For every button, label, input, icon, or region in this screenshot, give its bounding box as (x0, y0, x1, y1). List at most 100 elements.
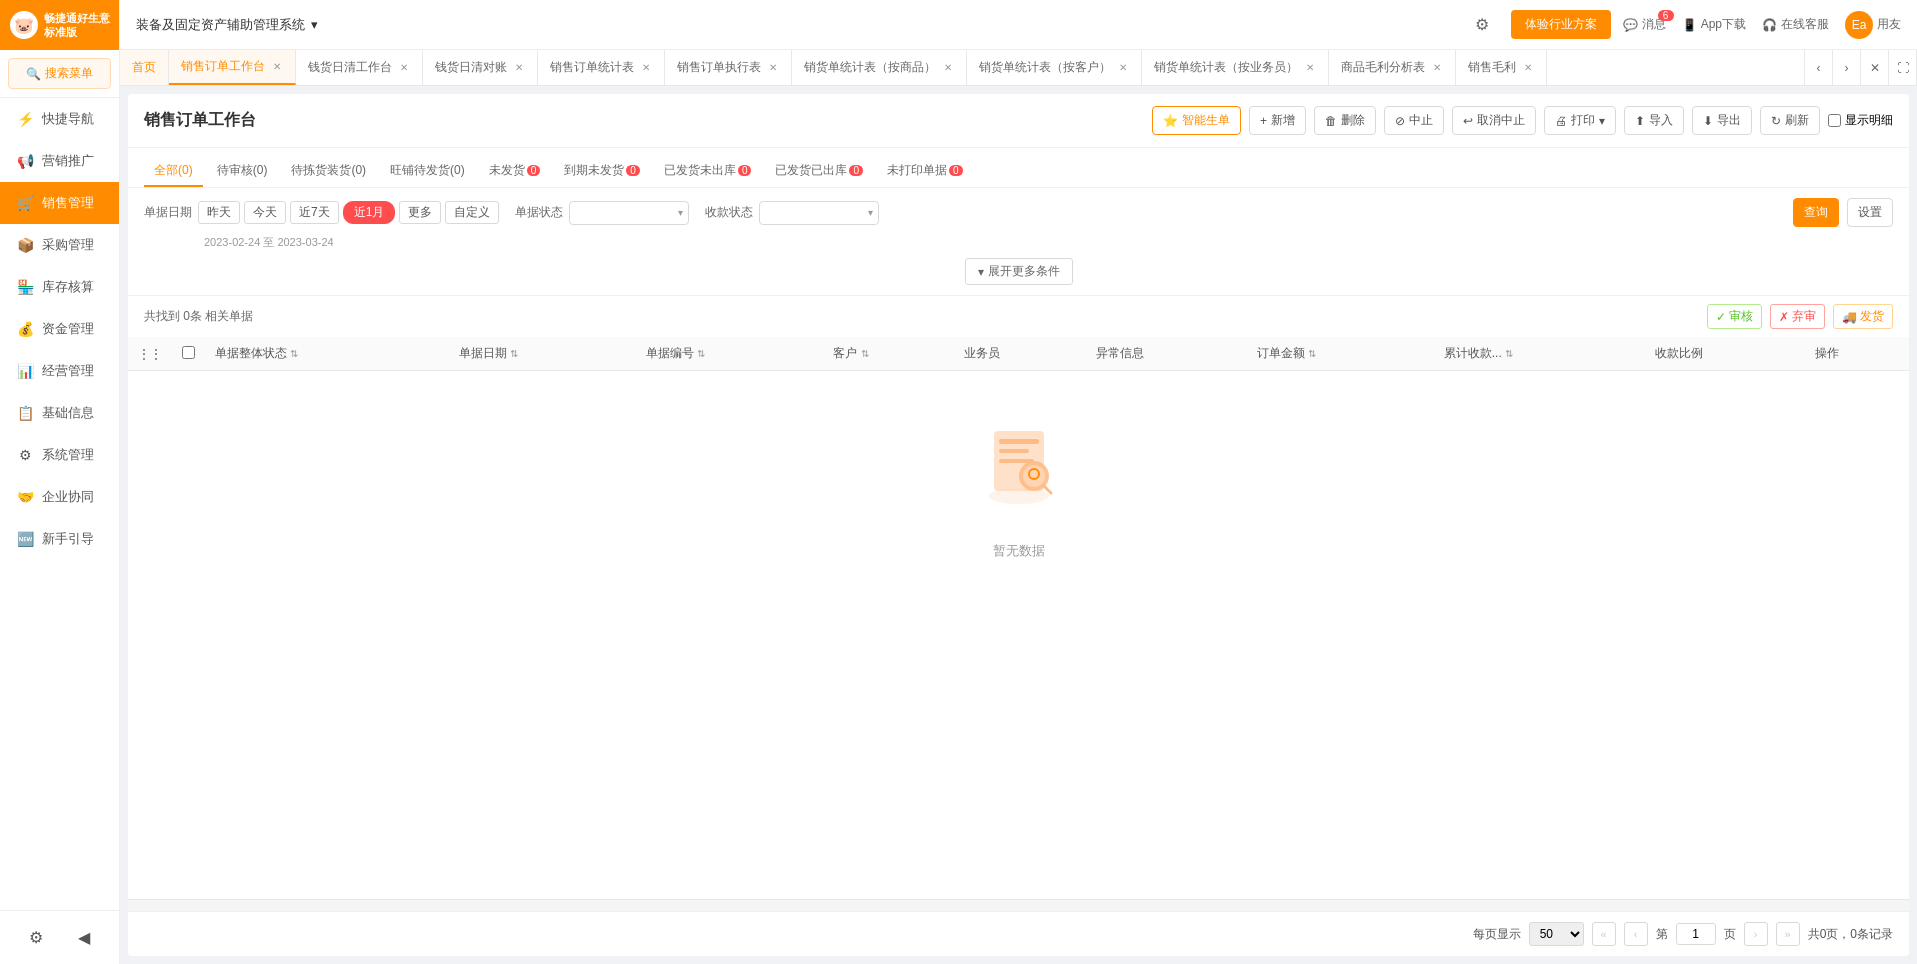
tab-close-sales-profit[interactable]: ✕ (1522, 61, 1534, 74)
payment-select[interactable] (759, 201, 879, 225)
col-number: 单据编号 ⇅ (636, 337, 823, 371)
sub-tab-shipped-out[interactable]: 已发货已出库0 (765, 156, 873, 187)
col-checkbox[interactable] (172, 337, 205, 371)
expand-conditions-button[interactable]: ▾ 展开更多条件 (965, 258, 1073, 285)
select-all-checkbox[interactable] (182, 346, 195, 359)
stop-button[interactable]: ⊘ 中止 (1384, 106, 1444, 135)
date-btn-today[interactable]: 今天 (244, 201, 286, 224)
tab-next-button[interactable]: › (1833, 50, 1861, 86)
tab-sales-profit[interactable]: 销售毛利 ✕ (1456, 50, 1547, 85)
tab-cash-reconcile[interactable]: 钱货日清对账 ✕ (423, 50, 538, 85)
filter-expand-section: ▾ 展开更多条件 (144, 258, 1893, 285)
sub-tab-overdue-not-shipped[interactable]: 到期未发货0 (554, 156, 650, 187)
sidebar-item-finance[interactable]: 💰 资金管理 (0, 308, 119, 350)
tab-close-cash-daily[interactable]: ✕ (398, 61, 410, 74)
tab-sales-stat[interactable]: 销售订单统计表 ✕ (538, 50, 665, 85)
sidebar-item-system[interactable]: ⚙ 系统管理 (0, 434, 119, 476)
tab-sales-exec[interactable]: 销售订单执行表 ✕ (665, 50, 792, 85)
sidebar-item-enterprise[interactable]: 🤝 企业协同 (0, 476, 119, 518)
new-button[interactable]: + 新增 (1249, 106, 1306, 135)
tab-close-sales-exec[interactable]: ✕ (767, 61, 779, 74)
cancel-stop-button[interactable]: ↩ 取消中止 (1452, 106, 1536, 135)
date-btn-more[interactable]: 更多 (399, 201, 441, 224)
horizontal-scrollbar[interactable] (128, 899, 1909, 911)
sidebar-item-sales[interactable]: 🛒 销售管理 (0, 182, 119, 224)
tab-sales-by-customer[interactable]: 销货单统计表（按客户） ✕ (967, 50, 1142, 85)
next-page-button[interactable]: › (1744, 922, 1768, 946)
export-button[interactable]: ⬇ 导出 (1692, 106, 1752, 135)
amount-sort-icon[interactable]: ⇅ (1308, 348, 1316, 359)
col-customer: 客户 ⇅ (823, 337, 954, 371)
date-sort-icon[interactable]: ⇅ (510, 348, 518, 359)
date-btn-yesterday[interactable]: 昨天 (198, 201, 240, 224)
delete-button[interactable]: 🗑 删除 (1314, 106, 1376, 135)
tab-sales-order[interactable]: 销售订单工作台 ✕ (169, 50, 296, 85)
status-select[interactable] (569, 201, 689, 225)
prev-page-button[interactable]: ‹ (1624, 922, 1648, 946)
tab-close-cash-reconcile[interactable]: ✕ (513, 61, 525, 74)
tab-fullscreen-button[interactable]: ⛶ (1889, 50, 1917, 86)
sub-tab-shipped-not-out[interactable]: 已发货未出库0 (654, 156, 762, 187)
sub-tab-not-printed[interactable]: 未打印单据0 (877, 156, 973, 187)
page-number-input[interactable] (1676, 923, 1716, 945)
sidebar-item-marketing[interactable]: 📢 营销推广 (0, 140, 119, 182)
cancel-review-action-button[interactable]: ✗ 弃审 (1770, 304, 1825, 329)
tab-cash-daily[interactable]: 钱货日清工作台 ✕ (296, 50, 423, 85)
table-header-row: ⋮⋮ 单据整体状态 ⇅ 单据日期 ⇅ (128, 337, 1909, 371)
tab-close-gross-profit[interactable]: ✕ (1431, 61, 1443, 74)
sidebar-item-guide[interactable]: 🆕 新手引导 (0, 518, 119, 560)
sidebar-item-base-info[interactable]: 📋 基础信息 (0, 392, 119, 434)
sub-tab-not-shipped[interactable]: 未发货0 (479, 156, 551, 187)
sub-tab-pending-review[interactable]: 待审核(0) (207, 156, 278, 187)
number-sort-icon[interactable]: ⇅ (697, 348, 705, 359)
sub-tab-all[interactable]: 全部(0) (144, 156, 203, 187)
tab-close-all-button[interactable]: ✕ (1861, 50, 1889, 86)
industry-solution-button[interactable]: 体验行业方案 (1511, 10, 1611, 39)
tab-close-sales-by-customer[interactable]: ✕ (1117, 61, 1129, 74)
search-menu-button[interactable]: 🔍 搜索菜单 (8, 58, 111, 89)
date-btn-7days[interactable]: 近7天 (290, 201, 339, 224)
ship-action-button[interactable]: 🚚 发货 (1833, 304, 1893, 329)
received-sort-icon[interactable]: ⇅ (1505, 348, 1513, 359)
message-button[interactable]: 💬 消息 6 (1623, 16, 1666, 33)
refresh-button[interactable]: ↻ 刷新 (1760, 106, 1820, 135)
query-button[interactable]: 查询 (1793, 198, 1839, 227)
tab-home[interactable]: 首页 (120, 50, 169, 85)
sidebar-item-quick-nav[interactable]: ⚡ 快捷导航 (0, 98, 119, 140)
online-service-button[interactable]: 🎧 在线客服 (1762, 16, 1829, 33)
sub-tab-pending-check[interactable]: 待拣货装货(0) (281, 156, 376, 187)
last-page-button[interactable]: » (1776, 922, 1800, 946)
sidebar-item-inventory[interactable]: 🏪 库存核算 (0, 266, 119, 308)
tab-close-sales-stat[interactable]: ✕ (640, 61, 652, 74)
settings-filter-button[interactable]: 设置 (1847, 198, 1893, 227)
date-btn-custom[interactable]: 自定义 (445, 201, 499, 224)
sub-tab-wangpu-pending[interactable]: 旺铺待发货(0) (380, 156, 475, 187)
show-detail-label[interactable]: 显示明细 (1828, 112, 1893, 129)
settings-icon-button[interactable]: ⚙ (1465, 10, 1499, 39)
sidebar-settings-button[interactable]: ⚙ (19, 923, 53, 952)
tab-sales-by-product[interactable]: 销货单统计表（按商品） ✕ (792, 50, 967, 85)
tab-close-sales-order[interactable]: ✕ (271, 60, 283, 73)
status-sort-icon[interactable]: ⇅ (290, 348, 298, 359)
sidebar-collapse-button[interactable]: ◀ (68, 923, 100, 952)
per-page-select[interactable]: 50 10 20 100 (1529, 922, 1584, 946)
first-page-button[interactable]: « (1592, 922, 1616, 946)
date-btn-1month[interactable]: 近1月 (343, 201, 396, 224)
print-button[interactable]: 🖨 打印 ▾ (1544, 106, 1616, 135)
system-title-selector[interactable]: 装备及固定资产辅助管理系统 ▾ (136, 16, 1453, 34)
tab-close-sales-by-product[interactable]: ✕ (942, 61, 954, 74)
tab-sales-by-staff[interactable]: 销货单统计表（按业务员） ✕ (1142, 50, 1329, 85)
tab-prev-button[interactable]: ‹ (1805, 50, 1833, 86)
sidebar-item-operations[interactable]: 📊 经营管理 (0, 350, 119, 392)
sidebar-item-purchase[interactable]: 📦 采购管理 (0, 224, 119, 266)
show-detail-checkbox[interactable] (1828, 114, 1841, 127)
app-download-button[interactable]: 📱 App下载 (1682, 16, 1746, 33)
customer-sort-icon[interactable]: ⇅ (861, 348, 869, 359)
tab-close-sales-by-staff[interactable]: ✕ (1304, 61, 1316, 74)
smart-create-button[interactable]: ⭐ 智能生单 (1152, 106, 1241, 135)
tab-gross-profit[interactable]: 商品毛利分析表 ✕ (1329, 50, 1456, 85)
review-action-button[interactable]: ✓ 审核 (1707, 304, 1762, 329)
import-button[interactable]: ⬆ 导入 (1624, 106, 1684, 135)
user-menu-button[interactable]: Ea 用友 (1845, 11, 1901, 39)
system-icon: ⚙ (16, 446, 34, 464)
